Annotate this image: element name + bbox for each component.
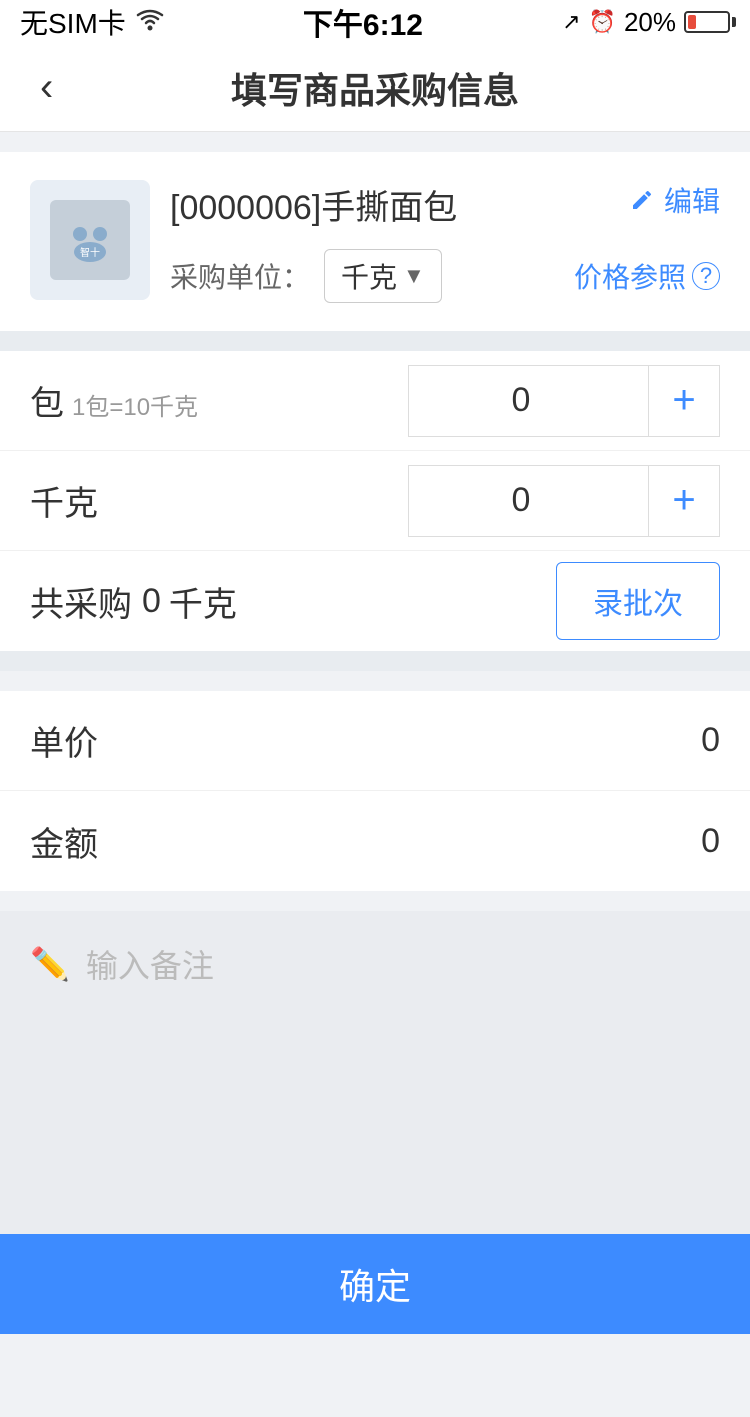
bao-sub-label: 1包=10千克 xyxy=(72,394,198,421)
bao-input[interactable] xyxy=(408,365,648,437)
status-time: 下午6:12 xyxy=(303,0,423,44)
section-divider-2 xyxy=(0,651,750,671)
edit-label: 编辑 xyxy=(664,180,720,220)
unit-label: 采购单位： xyxy=(170,256,310,296)
pencil-icon: ✏️ xyxy=(30,945,70,983)
product-name: [0000006]手撕面包 xyxy=(170,180,457,229)
remark-placeholder: 输入备注 xyxy=(86,941,214,987)
page-title: 填写商品采购信息 xyxy=(231,62,519,114)
unit-value: 千克 xyxy=(341,256,397,296)
status-bar: 无SIM卡 下午6:12 ↗ ⏰ 20% xyxy=(0,0,750,44)
product-card: 智十 [0000006]手撕面包 编辑 采购单位： 千克 ▼ xyxy=(0,152,750,331)
battery-percent: 20% xyxy=(624,7,676,38)
remark-section[interactable]: ✏️ 输入备注 xyxy=(0,911,750,1017)
input-section: 包1包=10千克 + 千克 + xyxy=(0,351,750,551)
section-divider-1 xyxy=(0,331,750,351)
price-ref-label: 价格参照 xyxy=(574,256,686,296)
kg-controls: + xyxy=(408,465,720,537)
bao-input-row: 包1包=10千克 + xyxy=(0,351,750,451)
nav-bar: ‹ 填写商品采购信息 xyxy=(0,44,750,132)
edit-button[interactable]: 编辑 xyxy=(630,180,720,220)
unit-select[interactable]: 千克 ▼ xyxy=(324,249,442,303)
amount-row: 金额 0 xyxy=(0,791,750,891)
dropdown-arrow-icon: ▼ xyxy=(403,263,425,289)
battery-icon xyxy=(684,11,730,33)
total-row: 共采购 0 千克 录批次 xyxy=(0,551,750,651)
wifi-icon xyxy=(136,6,164,38)
price-ref-button[interactable]: 价格参照 ? xyxy=(574,256,720,296)
record-batch-button[interactable]: 录批次 xyxy=(556,562,720,640)
back-button[interactable]: ‹ xyxy=(30,55,63,120)
total-value: 0 xyxy=(142,582,161,621)
total-label: 共采购 xyxy=(30,577,132,626)
status-right: ↗ ⏰ 20% xyxy=(562,7,730,38)
price-label: 单价 xyxy=(30,716,98,765)
kg-input-row: 千克 + xyxy=(0,451,750,551)
svg-text:智十: 智十 xyxy=(80,246,100,259)
kg-plus-button[interactable]: + xyxy=(648,465,720,537)
alarm-icon: ⏰ xyxy=(589,9,616,35)
price-value: 0 xyxy=(701,721,720,760)
bao-label: 包1包=10千克 xyxy=(30,376,198,425)
product-info: [0000006]手撕面包 编辑 采购单位： 千克 ▼ 价格参照 ? xyxy=(170,180,720,303)
product-thumbnail: 智十 xyxy=(50,200,130,280)
confirm-button[interactable]: 确定 xyxy=(0,1234,750,1334)
bao-plus-button[interactable]: + xyxy=(648,365,720,437)
kg-label: 千克 xyxy=(30,476,150,525)
total-unit: 千克 xyxy=(169,577,237,626)
amount-label: 金额 xyxy=(30,817,98,866)
kg-input[interactable] xyxy=(408,465,648,537)
bao-controls: + xyxy=(408,365,720,437)
info-section: 单价 0 金额 0 xyxy=(0,691,750,891)
price-row: 单价 0 xyxy=(0,691,750,791)
carrier-label: 无SIM卡 xyxy=(20,2,126,42)
help-icon: ? xyxy=(692,262,720,290)
product-image: 智十 xyxy=(30,180,150,300)
location-icon: ↗ xyxy=(562,9,580,35)
amount-value: 0 xyxy=(701,822,720,861)
status-left: 无SIM卡 xyxy=(20,2,164,42)
